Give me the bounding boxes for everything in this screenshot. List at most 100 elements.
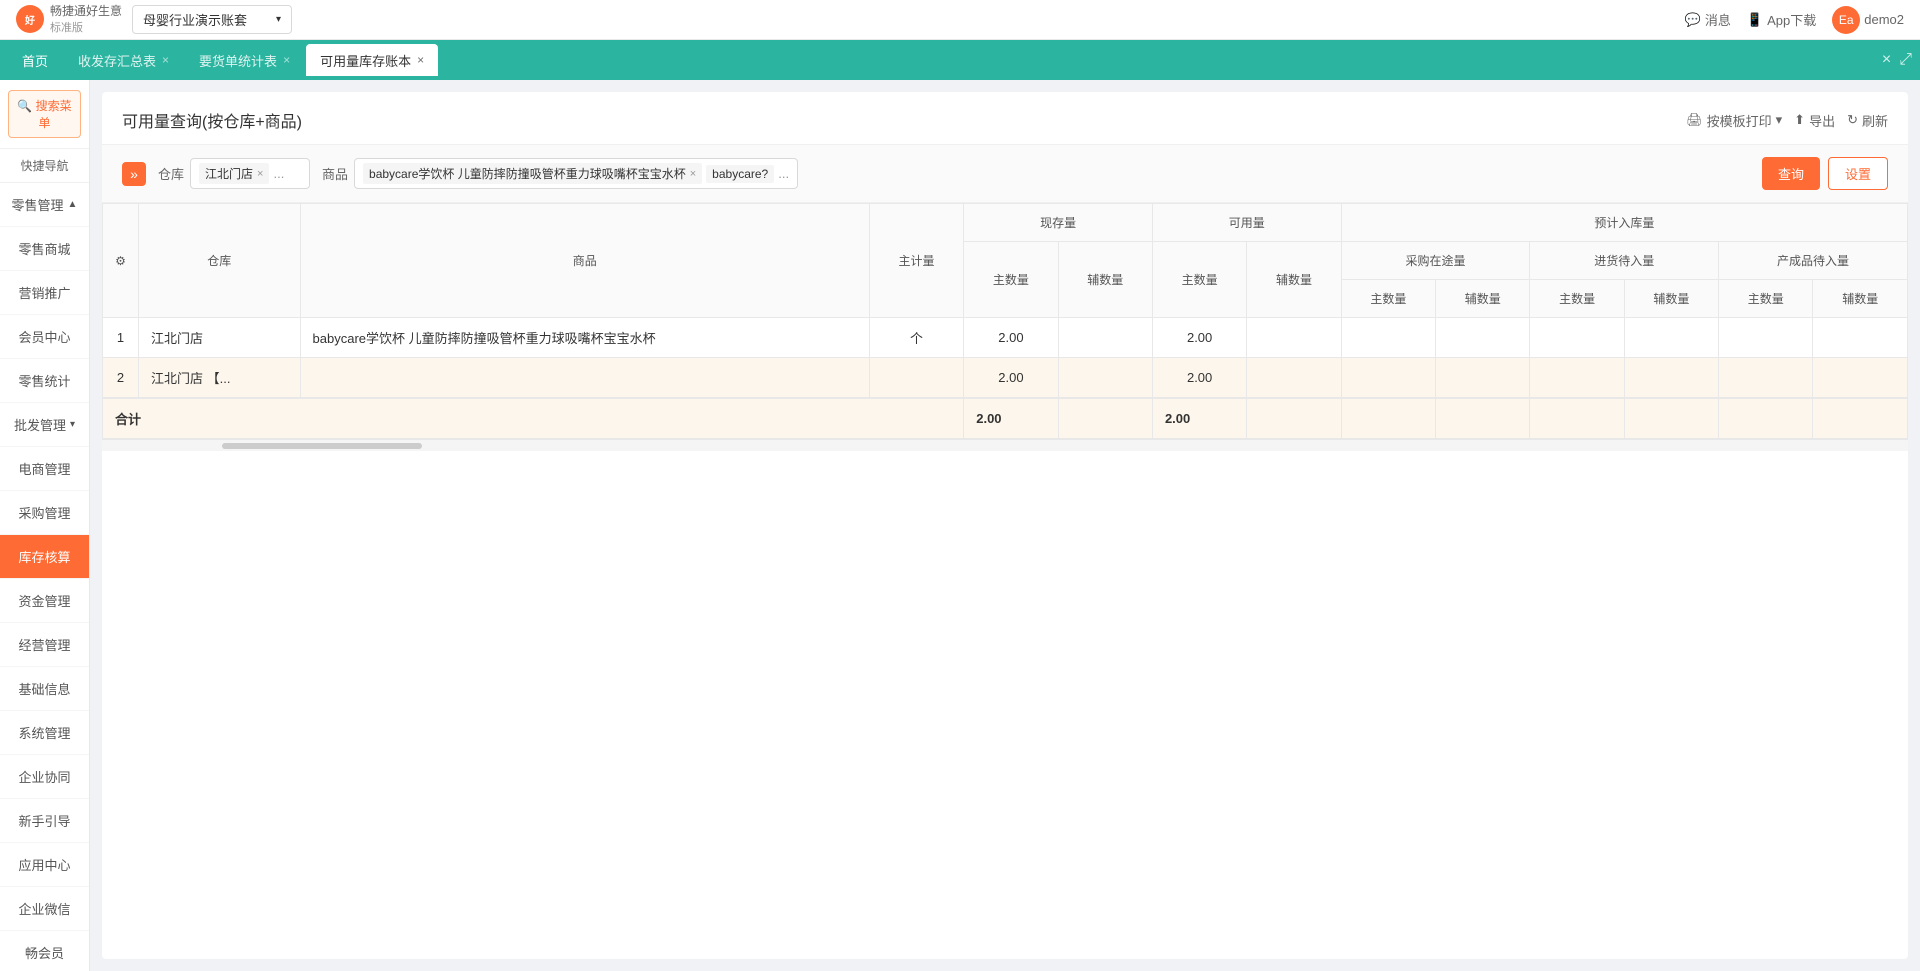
sidebar-item-inventory-check[interactable]: 库存核算 (0, 535, 89, 579)
sidebar-item-enterprise-wechat-label: 企业微信 (18, 902, 70, 917)
footer-pending-prod-aux (1813, 398, 1908, 439)
sidebar-item-marketing[interactable]: 营销推广 (0, 271, 89, 315)
tab-expand-icon[interactable]: ⤢ (1899, 51, 1912, 69)
refresh-icon: ↻ (1847, 112, 1858, 128)
tab-available-stock[interactable]: 可用量库存账本 × (306, 44, 438, 76)
cell-product (300, 358, 869, 399)
sidebar: 🔍 搜索菜单 快捷导航 零售管理 ▲ 零售商城 营销推广 会员中心 零售统计 批… (0, 80, 90, 971)
sidebar-item-retail-mgmt[interactable]: 零售管理 ▲ (0, 183, 89, 227)
sidebar-item-app-center[interactable]: 应用中心 (0, 843, 89, 887)
tab-available-stock-close-icon[interactable]: × (417, 53, 424, 67)
industry-selector-text: 母婴行业演示账套 (143, 10, 247, 29)
sidebar-item-new-guide[interactable]: 新手引导 (0, 799, 89, 843)
cell-pending-inbound-aux (1624, 318, 1718, 358)
sidebar-item-basic-info[interactable]: 基础信息 (0, 667, 89, 711)
print-icon: 🖨 (1686, 112, 1703, 128)
cell-pending-prod-main (1719, 358, 1813, 399)
filter-expand-button[interactable]: » (122, 162, 146, 186)
warehouse-tag: 江北门店 × (199, 163, 269, 184)
col-header-available-qty: 可用量 (1152, 204, 1341, 242)
sidebar-item-quick-nav[interactable]: 快捷导航 (0, 149, 89, 183)
query-button[interactable]: 查询 (1762, 157, 1820, 190)
sidebar-item-retail-stats[interactable]: 零售统计 (0, 359, 89, 403)
sidebar-item-ecommerce-mgmt[interactable]: 电商管理 (0, 447, 89, 491)
footer-pending-inbound-aux (1624, 398, 1718, 439)
sidebar-item-purchase-label: 采购管理 (18, 506, 70, 521)
scroll-bar-area[interactable] (102, 439, 1908, 451)
product-more-icon[interactable]: ... (778, 166, 789, 181)
app-download-label: App下载 (1767, 10, 1816, 29)
cell-warehouse: 江北门店 【... (139, 358, 301, 399)
cell-purchase-transit-main (1341, 358, 1435, 399)
sidebar-item-enterprise-wechat[interactable]: 企业微信 (0, 887, 89, 931)
sidebar-item-wholesale-mgmt[interactable]: 批发管理 ▾ (0, 403, 89, 447)
print-by-template-button[interactable]: 🖨 按模板打印 ▾ (1686, 111, 1782, 130)
tab-home[interactable]: 首页 (8, 44, 62, 76)
product-input[interactable]: babycare学饮杯 儿童防摔防撞吸管杯重力球吸嘴杯宝宝水杯 × babyca… (354, 158, 798, 189)
sidebar-item-retail-mgmt-label: 零售管理 (12, 195, 64, 214)
footer-purchase-transit-aux (1436, 398, 1530, 439)
tab-available-stock-label: 可用量库存账本 (320, 51, 411, 70)
export-label: 导出 (1809, 111, 1835, 130)
tab-requisition-close-icon[interactable]: × (283, 53, 290, 67)
col-header-pending-prod-main: 主数量 (1719, 280, 1813, 318)
tab-requisition[interactable]: 要货单统计表 × (185, 44, 304, 76)
main-layout: 🔍 搜索菜单 快捷导航 零售管理 ▲ 零售商城 营销推广 会员中心 零售统计 批… (0, 80, 1920, 971)
sidebar-item-finance-mgmt[interactable]: 资金管理 (0, 579, 89, 623)
search-menu-button[interactable]: 🔍 搜索菜单 (8, 90, 81, 138)
sidebar-item-vip-member[interactable]: 畅会员 (0, 931, 89, 971)
sidebar-item-purchase-mgmt[interactable]: 采购管理 (0, 491, 89, 535)
footer-purchase-transit-main (1341, 398, 1435, 439)
footer-avail-aux-qty (1247, 398, 1341, 439)
scroll-thumb[interactable] (222, 443, 422, 449)
col-header-purchase-in-transit: 采购在途量 (1341, 242, 1530, 280)
product-tag-2: babycare? (706, 165, 774, 183)
col-header-pending-production: 产成品待入量 (1719, 242, 1908, 280)
product-tag-1-close-icon[interactable]: × (690, 168, 696, 180)
product-tag-1: babycare学饮杯 儿童防摔防撞吸管杯重力球吸嘴杯宝宝水杯 × (363, 163, 702, 184)
cell-pending-inbound-aux (1624, 358, 1718, 399)
warehouse-input[interactable]: 江北门店 × ... (190, 158, 310, 189)
tab-receive-send[interactable]: 收发存汇总表 × (64, 44, 183, 76)
sidebar-item-member-center[interactable]: 会员中心 (0, 315, 89, 359)
col-header-settings[interactable]: ⚙ (103, 204, 139, 318)
industry-selector[interactable]: 母婴行业演示账套 ▾ (132, 5, 292, 34)
top-bar-right: 💬 消息 📱 App下载 Ea demo2 (1685, 6, 1904, 34)
cell-pending-inbound-main (1530, 358, 1624, 399)
cell-avail-main-qty: 2.00 (1152, 358, 1246, 399)
sidebar-item-operations-label: 经营管理 (18, 638, 70, 653)
setting-button[interactable]: 设置 (1828, 157, 1888, 190)
warehouse-tag-close-icon[interactable]: × (257, 168, 263, 180)
page-header: 可用量查询(按仓库+商品) 🖨 按模板打印 ▾ ⬆ 导出 ↻ 刷新 (102, 92, 1908, 145)
sidebar-search-area: 🔍 搜索菜单 (0, 80, 89, 149)
refresh-button[interactable]: ↻ 刷新 (1847, 111, 1888, 130)
content-area: 可用量查询(按仓库+商品) 🖨 按模板打印 ▾ ⬆ 导出 ↻ 刷新 (90, 80, 1920, 971)
footer-current-main-qty: 2.00 (964, 398, 1058, 439)
sidebar-item-enterprise-collab[interactable]: 企业协同 (0, 755, 89, 799)
message-button[interactable]: 💬 消息 (1685, 10, 1731, 29)
export-button[interactable]: ⬆ 导出 (1794, 111, 1835, 130)
sidebar-item-retail-mall[interactable]: 零售商城 (0, 227, 89, 271)
sidebar-item-operations-mgmt[interactable]: 经营管理 (0, 623, 89, 667)
warehouse-more-icon[interactable]: ... (273, 166, 284, 181)
col-header-product: 商品 (300, 204, 869, 318)
logo-text-block: 畅捷通好生意 标准版 (50, 4, 122, 34)
sidebar-item-system-mgmt[interactable]: 系统管理 (0, 711, 89, 755)
warehouse-label: 仓库 (158, 164, 184, 183)
tab-receive-send-close-icon[interactable]: × (162, 53, 169, 67)
app-download-button[interactable]: 📱 App下载 (1747, 10, 1816, 29)
cell-warehouse: 江北门店 (139, 318, 301, 358)
user-profile-button[interactable]: Ea demo2 (1832, 6, 1904, 34)
tab-home-label: 首页 (22, 51, 48, 70)
table-row: 2 江北门店 【... 2.00 2.00 (103, 358, 1908, 399)
col-header-avail-aux-qty: 辅数量 (1247, 242, 1341, 318)
quick-nav-label: 快捷导航 (20, 159, 68, 173)
search-icon: 🔍 (17, 99, 32, 113)
tab-close-all-icon[interactable]: × (1882, 51, 1891, 69)
warehouse-filter: 仓库 江北门店 × ... (158, 158, 310, 189)
nav-right-icons: × ⤢ (1882, 51, 1912, 69)
col-header-pending-inbound: 进货待入量 (1530, 242, 1719, 280)
col-header-purchase-transit-main: 主数量 (1341, 280, 1435, 318)
sidebar-item-enterprise-collab-label: 企业协同 (18, 770, 70, 785)
sidebar-item-app-center-label: 应用中心 (18, 858, 70, 873)
